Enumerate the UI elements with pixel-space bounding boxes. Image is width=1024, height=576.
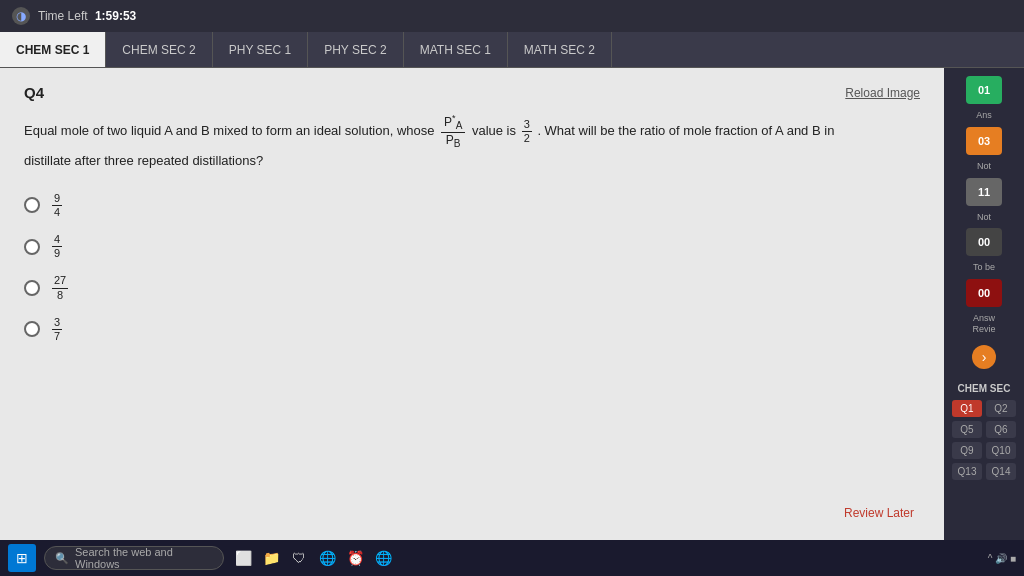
not-visited-count: 03: [978, 135, 990, 147]
q-cell-13[interactable]: Q13: [952, 463, 982, 480]
opt-b-denom: 9: [52, 247, 62, 260]
answered-label: Ans: [976, 110, 992, 121]
q-cell-1[interactable]: Q1: [952, 400, 982, 417]
tab-chem-sec-2[interactable]: CHEM SEC 2: [106, 32, 212, 67]
reload-image-button[interactable]: Reload Image: [845, 86, 920, 100]
option-c[interactable]: 27 8: [24, 274, 920, 301]
radio-a[interactable]: [24, 197, 40, 213]
option-b-fraction: 4 9: [52, 233, 62, 260]
question-text-value: value is: [472, 123, 516, 138]
chevron-right-button[interactable]: ›: [972, 345, 996, 369]
q-cell-2[interactable]: Q2: [986, 400, 1016, 417]
q-cell-6[interactable]: Q6: [986, 421, 1016, 438]
timer-label: Time Left: [38, 9, 88, 23]
option-c-fraction: 27 8: [52, 274, 68, 301]
opt-d-denom: 7: [52, 330, 62, 343]
option-d[interactable]: 3 7: [24, 316, 920, 343]
app-icon: ◑: [16, 9, 26, 23]
tab-math-sec-2[interactable]: MATH SEC 2: [508, 32, 612, 67]
fraction-numer-sub: A: [456, 120, 463, 131]
fraction-numerator: P*A: [441, 113, 465, 133]
question-header: Q4 Reload Image: [24, 84, 920, 101]
tab-math-sec-1[interactable]: MATH SEC 1: [404, 32, 508, 67]
content-area: Q4 Reload Image Equal mole of two liquid…: [0, 68, 944, 540]
not-answered-badge: 11: [966, 178, 1002, 206]
q-cell-14[interactable]: Q14: [986, 463, 1016, 480]
option-d-fraction: 3 7: [52, 316, 62, 343]
right-sidebar: 01 Ans 03 Not 11 Not 00 To be 00 AnswRev…: [944, 68, 1024, 540]
system-tray: ^ 🔊 ■: [988, 553, 1016, 564]
main-layout: Q4 Reload Image Equal mole of two liquid…: [0, 68, 1024, 540]
browser-icon[interactable]: 🌐: [316, 547, 338, 569]
review-later-button[interactable]: Review Later: [844, 506, 914, 520]
value-fraction: 3 2: [522, 118, 532, 145]
start-button[interactable]: ⊞: [8, 544, 36, 572]
option-a-fraction: 9 4: [52, 192, 62, 219]
timer-value: 1:59:53: [95, 9, 136, 23]
question-text: Equal mole of two liquid A and B mixed t…: [24, 113, 844, 172]
opt-c-denom: 8: [55, 289, 65, 302]
option-b[interactable]: 4 9: [24, 233, 920, 260]
opt-d-numer: 3: [52, 316, 62, 330]
timer-text: Time Left 1:59:53: [38, 9, 136, 23]
review-label: AnswRevie: [972, 313, 995, 335]
task-view-icon[interactable]: ⬜: [232, 547, 254, 569]
fraction-denominator: PB: [443, 133, 464, 150]
search-icon: 🔍: [55, 552, 69, 565]
answered-badge: 01: [966, 76, 1002, 104]
file-explorer-icon[interactable]: 📁: [260, 547, 282, 569]
option-a[interactable]: 9 4: [24, 192, 920, 219]
q-cell-5[interactable]: Q5: [952, 421, 982, 438]
fraction-denom-sub: B: [454, 139, 461, 150]
tab-chem-sec-1[interactable]: CHEM SEC 1: [0, 32, 106, 67]
radio-d[interactable]: [24, 321, 40, 337]
review-badge: 00: [966, 279, 1002, 307]
clock-icon[interactable]: ⏰: [344, 547, 366, 569]
q-cell-9[interactable]: Q9: [952, 442, 982, 459]
value-numer: 3: [522, 118, 532, 132]
radio-b[interactable]: [24, 239, 40, 255]
not-visited-badge: 03: [966, 127, 1002, 155]
opt-a-numer: 9: [52, 192, 62, 206]
tab-phy-sec-2[interactable]: PHY SEC 2: [308, 32, 403, 67]
shield-icon[interactable]: 🛡: [288, 547, 310, 569]
q-number-grid: Q1 Q2 Q5 Q6 Q9 Q10 Q13 Q14: [948, 400, 1020, 480]
q-cell-10[interactable]: Q10: [986, 442, 1016, 459]
not-answered-label: Not: [977, 212, 991, 223]
opt-b-numer: 4: [52, 233, 62, 247]
to-be-badge: 00: [966, 228, 1002, 256]
question-text-before: Equal mole of two liquid A and B mixed t…: [24, 123, 434, 138]
options-list: 9 4 4 9 27 8 3: [24, 192, 920, 344]
taskbar-right: ^ 🔊 ■: [988, 553, 1016, 564]
opt-a-denom: 4: [52, 206, 62, 219]
title-bar-icon: ◑: [12, 7, 30, 25]
fraction-pa-pb: P*A PB: [441, 113, 465, 151]
taskbar-icons: ⬜ 📁 🛡 🌐 ⏰ 🌐: [232, 547, 394, 569]
search-text: Search the web and Windows: [75, 546, 213, 570]
section-label: CHEM SEC: [958, 383, 1011, 394]
tab-phy-sec-1[interactable]: PHY SEC 1: [213, 32, 308, 67]
to-be-label: To be: [973, 262, 995, 273]
taskbar-search[interactable]: 🔍 Search the web and Windows: [44, 546, 224, 570]
question-number: Q4: [24, 84, 44, 101]
nav-tabs: CHEM SEC 1 CHEM SEC 2 PHY SEC 1 PHY SEC …: [0, 32, 1024, 68]
taskbar: ⊞ 🔍 Search the web and Windows ⬜ 📁 🛡 🌐 ⏰…: [0, 540, 1024, 576]
answered-count: 01: [978, 84, 990, 96]
not-answered-count: 11: [978, 186, 990, 198]
not-visited-label: Not: [977, 161, 991, 172]
to-be-count: 00: [978, 236, 990, 248]
title-bar: ◑ Time Left 1:59:53: [0, 0, 1024, 32]
opt-c-numer: 27: [52, 274, 68, 288]
radio-c[interactable]: [24, 280, 40, 296]
browser2-icon[interactable]: 🌐: [372, 547, 394, 569]
value-denom: 2: [522, 132, 532, 145]
review-count: 00: [978, 287, 990, 299]
